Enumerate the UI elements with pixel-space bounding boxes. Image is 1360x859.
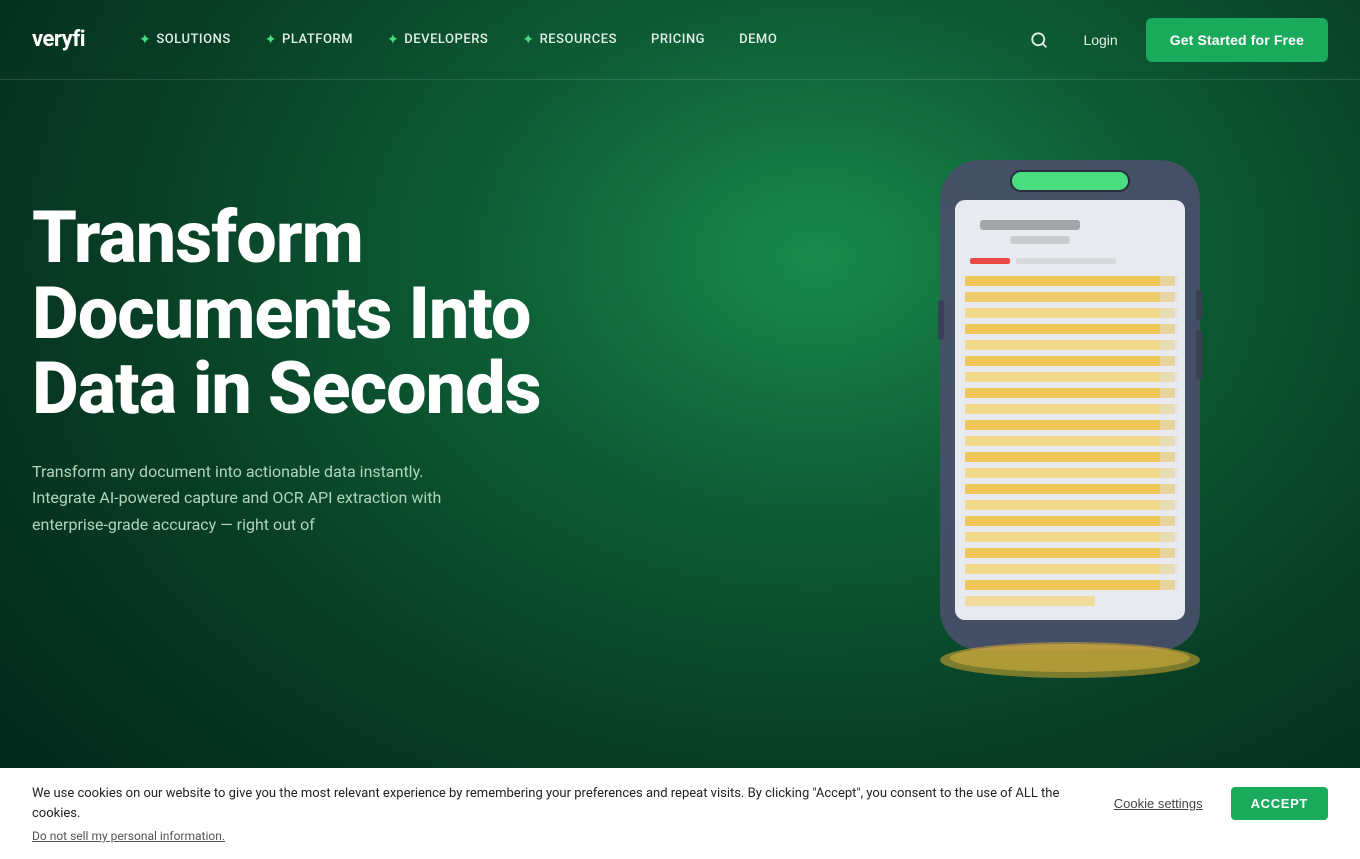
logo[interactable]: veryfi [32,27,85,52]
logo-text: veryfi [32,27,85,52]
cookie-message: We use cookies on our website to give yo… [32,784,1078,823]
nav-demo-label: DEMO [739,32,777,47]
hero-phone-visual [880,140,1340,740]
nav-resources-label: RESOURCES [540,32,617,47]
hero-section: Transform Documents Into Data in Seconds… [0,80,1360,859]
nav-pricing-label: PRICING [651,32,705,47]
get-started-button[interactable]: Get Started for Free [1146,18,1328,62]
do-not-sell-link[interactable]: Do not sell my personal information. [32,829,1328,843]
nav-solutions-label: SOLUTIONS [156,32,230,47]
hero-description: Transform any document into actionable d… [32,459,452,538]
cookie-top-row: We use cookies on our website to give yo… [32,784,1328,823]
nav-platform[interactable]: ✦ PLATFORM [251,24,367,56]
cookie-settings-button[interactable]: Cookie settings [1098,787,1219,820]
resources-spark-icon: ✦ [522,32,534,48]
platform-spark-icon: ✦ [265,32,277,48]
nav-developers-label: DEVELOPERS [404,32,488,47]
phone-illustration [880,140,1260,700]
cookie-buttons: Cookie settings ACCEPT [1098,787,1328,820]
main-navigation: veryfi ✦ SOLUTIONS ✦ PLATFORM ✦ DEVELOPE… [0,0,1360,80]
nav-resources[interactable]: ✦ RESOURCES [508,24,631,56]
hero-content: Transform Documents Into Data in Seconds… [32,80,592,538]
solutions-spark-icon: ✦ [139,32,151,48]
accept-cookies-button[interactable]: ACCEPT [1231,787,1328,820]
developers-spark-icon: ✦ [387,32,399,48]
nav-links: ✦ SOLUTIONS ✦ PLATFORM ✦ DEVELOPERS ✦ RE… [85,24,1023,56]
nav-platform-label: PLATFORM [282,32,353,47]
search-icon [1030,31,1048,49]
hero-title: Transform Documents Into Data in Seconds [32,200,592,427]
cookie-banner: We use cookies on our website to give yo… [0,768,1360,859]
nav-demo[interactable]: DEMO [725,24,791,55]
nav-solutions[interactable]: ✦ SOLUTIONS [125,24,245,56]
nav-pricing[interactable]: PRICING [637,24,719,55]
nav-developers[interactable]: ✦ DEVELOPERS [373,24,502,56]
search-button[interactable] [1023,24,1055,56]
login-button[interactable]: Login [1071,24,1129,56]
nav-right: Login Get Started for Free [1023,18,1328,62]
